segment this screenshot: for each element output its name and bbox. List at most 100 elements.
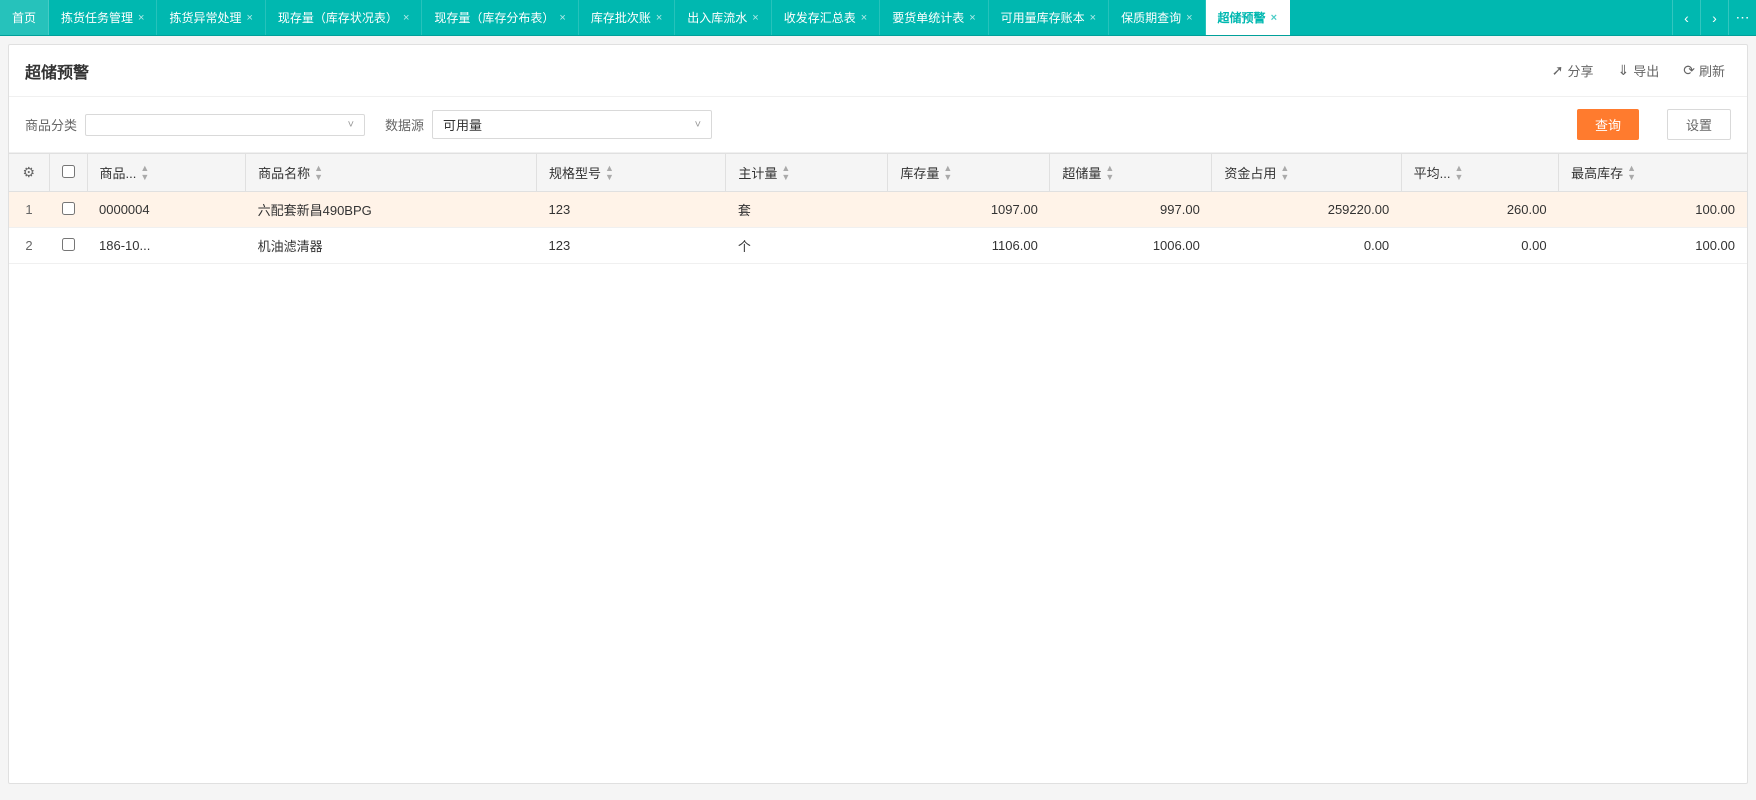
- nav-item-over-storage[interactable]: 超储预警 ×: [1206, 0, 1290, 35]
- nav-arrows: ‹ › ⋯: [1672, 0, 1756, 35]
- sort-arrows-unit: ▲▼: [781, 164, 790, 182]
- nav-item-collect-summary[interactable]: 收发存汇总表 ×: [772, 0, 880, 35]
- th-product-name[interactable]: 商品名称 ▲▼: [246, 154, 537, 192]
- row-num: 2: [9, 228, 49, 264]
- sort-arrows-max-stock: ▲▼: [1627, 164, 1636, 182]
- nav-arrow-right[interactable]: ›: [1700, 0, 1728, 35]
- cell-capital: 0.00: [1212, 228, 1401, 264]
- close-icon[interactable]: ×: [1186, 12, 1192, 24]
- filter-datasource: 数据源 可用量 ˅: [385, 110, 712, 139]
- th-stock[interactable]: 库存量 ▲▼: [888, 154, 1050, 192]
- cell-capital: 259220.00: [1212, 192, 1401, 228]
- page-title: 超储预警: [25, 59, 89, 83]
- datasource-label: 数据源: [385, 115, 424, 134]
- close-icon[interactable]: ×: [969, 12, 975, 24]
- close-icon[interactable]: ×: [403, 12, 409, 24]
- close-icon[interactable]: ×: [1090, 12, 1096, 24]
- nav-item-order-stats[interactable]: 要货单统计表 ×: [880, 0, 988, 35]
- row-checkbox-cell: [49, 228, 87, 264]
- table-header-row: ⚙ 商品... ▲▼ 商品名称 ▲▼: [9, 154, 1747, 192]
- cell-max-stock: 100.00: [1559, 192, 1747, 228]
- nav-item-available-account[interactable]: 可用量库存账本 ×: [989, 0, 1109, 35]
- row-num: 1: [9, 192, 49, 228]
- cell-stock: 1097.00: [888, 192, 1050, 228]
- row-checkbox[interactable]: [62, 202, 75, 215]
- th-over-stock[interactable]: 超储量 ▲▼: [1050, 154, 1212, 192]
- page-header: 超储预警 ➚ 分享 ⇓ 导出 ⟳ 刷新: [9, 45, 1747, 97]
- th-capital[interactable]: 资金占用 ▲▼: [1212, 154, 1401, 192]
- close-icon[interactable]: ×: [656, 12, 662, 24]
- select-all-checkbox[interactable]: [62, 165, 75, 178]
- page-actions: ➚ 分享 ⇓ 导出 ⟳ 刷新: [1546, 57, 1731, 84]
- row-checkbox[interactable]: [62, 238, 75, 251]
- refresh-icon: ⟳: [1683, 62, 1695, 79]
- cell-product-name: 机油滤清器: [246, 228, 537, 264]
- th-avg[interactable]: 平均... ▲▼: [1401, 154, 1558, 192]
- th-spec[interactable]: 规格型号 ▲▼: [537, 154, 726, 192]
- th-max-stock[interactable]: 最高库存 ▲▼: [1559, 154, 1747, 192]
- table-row: 1 0000004 六配套新昌490BPG 123 套 1097.00 997.…: [9, 192, 1747, 228]
- close-icon[interactable]: ×: [752, 12, 758, 24]
- export-button[interactable]: ⇓ 导出: [1612, 57, 1666, 84]
- refresh-button[interactable]: ⟳ 刷新: [1677, 57, 1731, 84]
- cell-product-code: 0000004: [87, 192, 246, 228]
- sort-arrows-avg: ▲▼: [1455, 164, 1464, 182]
- nav-item-abnormal[interactable]: 拣货异常处理 ×: [157, 0, 265, 35]
- cell-product-name: 六配套新昌490BPG: [246, 192, 537, 228]
- cell-over-stock: 1006.00: [1050, 228, 1212, 264]
- export-icon: ⇓: [1618, 62, 1630, 79]
- cell-stock: 1106.00: [888, 228, 1050, 264]
- settings-button[interactable]: 设置: [1667, 109, 1731, 140]
- th-settings[interactable]: ⚙: [9, 154, 49, 192]
- close-icon[interactable]: ×: [246, 12, 252, 24]
- close-icon[interactable]: ×: [1271, 12, 1277, 24]
- sort-arrows-spec: ▲▼: [605, 164, 614, 182]
- nav-item-inventory-dist[interactable]: 现存量（库存分布表） ×: [422, 0, 578, 35]
- table-row: 2 186-10... 机油滤清器 123 个 1106.00 1006.00 …: [9, 228, 1747, 264]
- datasource-select-value: 可用量: [443, 115, 482, 134]
- th-product-code[interactable]: 商品... ▲▼: [87, 154, 246, 192]
- nav-item-home[interactable]: 首页: [0, 0, 49, 35]
- sort-arrows-stock: ▲▼: [943, 164, 952, 182]
- cell-unit: 套: [726, 192, 888, 228]
- category-label: 商品分类: [25, 115, 77, 134]
- cell-spec: 123: [537, 192, 726, 228]
- cell-over-stock: 997.00: [1050, 192, 1212, 228]
- nav-item-inout-flow[interactable]: 出入库流水 ×: [675, 0, 771, 35]
- row-checkbox-cell: [49, 192, 87, 228]
- share-icon: ➚: [1552, 62, 1564, 79]
- category-select[interactable]: ˅: [85, 114, 365, 136]
- cell-spec: 123: [537, 228, 726, 264]
- nav-item-quality-check[interactable]: 保质期查询 ×: [1109, 0, 1205, 35]
- share-button[interactable]: ➚ 分享: [1546, 57, 1600, 84]
- sort-arrows-capital: ▲▼: [1280, 164, 1289, 182]
- gear-icon[interactable]: ⚙: [22, 164, 35, 180]
- chevron-down-icon: ˅: [348, 119, 354, 131]
- cell-max-stock: 100.00: [1559, 228, 1747, 264]
- cell-avg: 0.00: [1401, 228, 1558, 264]
- th-unit[interactable]: 主计量 ▲▼: [726, 154, 888, 192]
- filter-bar: 商品分类 ˅ 数据源 可用量 ˅ 查询 设置: [9, 97, 1747, 153]
- query-button[interactable]: 查询: [1577, 109, 1639, 140]
- cell-unit: 个: [726, 228, 888, 264]
- chevron-down-icon: ˅: [695, 119, 701, 131]
- page-container: 超储预警 ➚ 分享 ⇓ 导出 ⟳ 刷新 商品分类 ˅ 数据源: [8, 44, 1748, 784]
- datasource-select[interactable]: 可用量 ˅: [432, 110, 712, 139]
- sort-arrows-product-code: ▲▼: [140, 164, 149, 182]
- table-container: ⚙ 商品... ▲▼ 商品名称 ▲▼: [9, 153, 1747, 264]
- nav-item-inventory-status[interactable]: 现存量（库存状况表） ×: [266, 0, 422, 35]
- data-table: ⚙ 商品... ▲▼ 商品名称 ▲▼: [9, 153, 1747, 264]
- nav-arrow-left[interactable]: ‹: [1672, 0, 1700, 35]
- cell-product-code: 186-10...: [87, 228, 246, 264]
- table-body: 1 0000004 六配套新昌490BPG 123 套 1097.00 997.…: [9, 192, 1747, 264]
- sort-arrows-product-name: ▲▼: [314, 164, 323, 182]
- close-icon[interactable]: ×: [138, 12, 144, 24]
- top-navigation: 首页 拣货任务管理 × 拣货异常处理 × 现存量（库存状况表） × 现存量（库存…: [0, 0, 1756, 36]
- nav-arrow-more[interactable]: ⋯: [1728, 0, 1756, 35]
- nav-item-task-mgmt[interactable]: 拣货任务管理 ×: [49, 0, 157, 35]
- filter-category: 商品分类 ˅: [25, 114, 365, 136]
- nav-item-batch-account[interactable]: 库存批次账 ×: [579, 0, 675, 35]
- sort-arrows-over-stock: ▲▼: [1105, 164, 1114, 182]
- close-icon[interactable]: ×: [559, 12, 565, 24]
- close-icon[interactable]: ×: [861, 12, 867, 24]
